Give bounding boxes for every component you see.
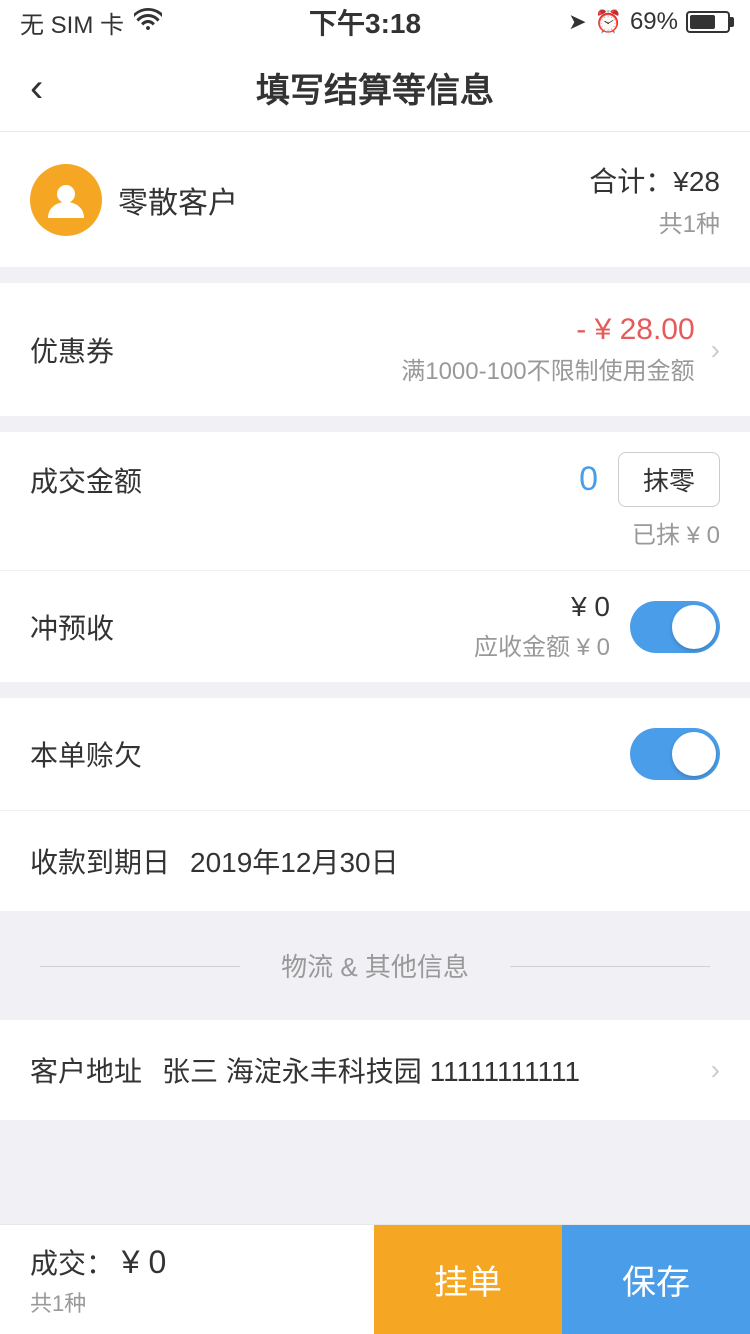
- flush-right: ¥ 0 应收金额 ¥ 0: [474, 591, 720, 662]
- coupon-discount: - ¥ 28.00: [401, 313, 694, 347]
- status-bar: 无 SIM 卡 下午3:18 ➤ ⏰ 69%: [0, 0, 750, 44]
- coupon-row[interactable]: 优惠券 - ¥ 28.00 满1000-100不限制使用金额 ›: [0, 283, 750, 416]
- customer-card: 零散客户 合计：¥28 共1种: [0, 132, 750, 267]
- bottom-bar: 成交： ¥ 0 共1种 挂单 保存: [0, 1224, 750, 1334]
- main-content: 零散客户 合计：¥28 共1种 优惠券 - ¥ 28.00 满1000-100不…: [0, 132, 750, 1240]
- flush-advance-row: 冲预收 ¥ 0 应收金额 ¥ 0: [0, 571, 750, 682]
- customer-totals: 合计：¥28 共1种: [589, 160, 720, 239]
- debt-row: 本单赊欠: [0, 698, 750, 810]
- debt-section: 本单赊欠 收款到期日 2019年12月30日: [0, 698, 750, 911]
- transaction-right: 0 抹零: [579, 452, 720, 507]
- wifi-icon: [134, 8, 162, 37]
- flush-label: 冲预收: [30, 607, 114, 647]
- transaction-section: 成交金额 0 抹零 已抹 ¥ 0 冲预收 ¥ 0 应收金额 ¥ 0: [0, 432, 750, 682]
- status-left: 无 SIM 卡: [20, 5, 162, 40]
- coupon-values: - ¥ 28.00 满1000-100不限制使用金额: [401, 313, 694, 386]
- flush-receivable: 应收金额 ¥ 0: [474, 627, 610, 662]
- debt-label: 本单赊欠: [30, 734, 142, 774]
- transaction-value: 0: [579, 460, 598, 499]
- duedate-value: 2019年12月30日: [190, 841, 399, 881]
- transaction-label: 成交金额: [30, 460, 142, 500]
- deal-label: 成交：: [30, 1248, 114, 1279]
- status-right: ➤ ⏰ 69%: [568, 8, 730, 36]
- customer-name: 零散客户: [118, 178, 238, 222]
- address-chevron: ›: [711, 1054, 720, 1086]
- save-button[interactable]: 保存: [562, 1225, 750, 1334]
- location-icon: ➤: [568, 9, 586, 35]
- pending-button[interactable]: 挂单: [374, 1225, 562, 1334]
- page-title: 填写结算等信息: [256, 63, 494, 112]
- total-amount: 合计：¥28: [589, 160, 720, 200]
- address-label: 客户地址: [30, 1050, 142, 1090]
- bottom-info: 成交： ¥ 0 共1种: [0, 1242, 374, 1318]
- avatar: [30, 164, 102, 236]
- flush-amounts: ¥ 0 应收金额 ¥ 0: [474, 591, 610, 662]
- debt-toggle[interactable]: [630, 728, 720, 780]
- bottom-count: 共1种: [30, 1286, 344, 1318]
- transaction-row: 成交金额 0 抹零 已抹 ¥ 0: [0, 432, 750, 571]
- already-rounded: 已抹 ¥ 0: [30, 515, 720, 550]
- logistics-divider: 物流 & 其他信息: [0, 927, 750, 1004]
- flush-amount: ¥ 0: [474, 591, 610, 623]
- duedate-row: 收款到期日 2019年12月30日: [0, 810, 750, 911]
- back-button[interactable]: ‹: [30, 68, 43, 108]
- address-value: 张三 海淀永丰科技园 11111111111: [162, 1050, 691, 1090]
- battery-text: 69%: [630, 8, 678, 36]
- flush-toggle[interactable]: [630, 601, 720, 653]
- carrier-text: 无 SIM 卡: [20, 5, 124, 40]
- total-count: 共1种: [589, 204, 720, 239]
- duedate-label: 收款到期日: [30, 841, 170, 881]
- coupon-label: 优惠券: [30, 330, 114, 370]
- battery-icon: [686, 11, 730, 33]
- bottom-deal-line: 成交： ¥ 0: [30, 1242, 344, 1282]
- coupon-section: 优惠券 - ¥ 28.00 满1000-100不限制使用金额 ›: [0, 283, 750, 416]
- coupon-chevron: ›: [711, 334, 720, 366]
- alarm-icon: ⏰: [595, 9, 622, 35]
- address-row[interactable]: 客户地址 张三 海淀永丰科技园 11111111111 ›: [0, 1020, 750, 1120]
- transaction-top: 成交金额 0 抹零: [30, 452, 720, 507]
- divider-text: 物流 & 其他信息: [265, 952, 485, 982]
- coupon-right: - ¥ 28.00 满1000-100不限制使用金额 ›: [401, 313, 720, 386]
- nav-bar: ‹ 填写结算等信息: [0, 44, 750, 132]
- coupon-note: 满1000-100不限制使用金额: [401, 351, 694, 386]
- time-display: 下午3:18: [309, 2, 421, 42]
- customer-left: 零散客户: [30, 164, 238, 236]
- deal-amount: ¥ 0: [122, 1244, 166, 1280]
- round-button[interactable]: 抹零: [618, 452, 720, 507]
